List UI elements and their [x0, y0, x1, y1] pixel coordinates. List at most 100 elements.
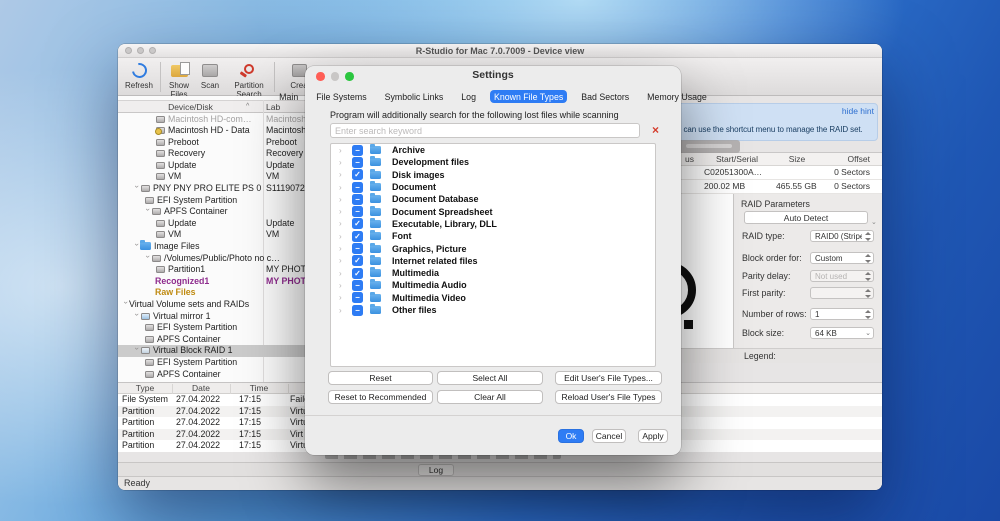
chevron-right-icon[interactable]: ›	[339, 232, 345, 241]
tab-main[interactable]: Main	[275, 90, 302, 103]
file-type-row[interactable]: › − Multimedia Video	[331, 291, 655, 304]
cancel-button[interactable]: Cancel	[592, 429, 626, 443]
file-type-label: Multimedia Audio	[392, 280, 467, 291]
checkbox-partial[interactable]: −	[352, 193, 363, 205]
parent-object-square[interactable]	[684, 320, 693, 329]
chevron-down-icon[interactable]: ⌄	[865, 328, 871, 339]
stepper-icon[interactable]	[864, 232, 872, 241]
file-type-row[interactable]: › ✓ Executable, Library, DLL	[331, 217, 655, 230]
checkbox-checked[interactable]: ✓	[352, 218, 363, 230]
main-titlebar[interactable]: R-Studio for Mac 7.0.7009 - Device view	[118, 44, 882, 58]
checkbox-checked[interactable]: ✓	[352, 230, 363, 242]
hide-hint-link[interactable]: hide hint	[842, 106, 874, 116]
stepper-icon[interactable]	[864, 289, 872, 298]
chevron-right-icon[interactable]: ›	[339, 183, 345, 192]
popup-control[interactable]: Custom	[810, 252, 874, 264]
file-type-row[interactable]: › ✓ Internet related files	[331, 254, 655, 267]
checkbox-partial[interactable]: −	[352, 156, 363, 168]
file-type-row[interactable]: › ✓ Font	[331, 230, 655, 242]
log-column-header[interactable]: Date	[172, 383, 230, 394]
chevron-right-icon[interactable]: ›	[339, 256, 345, 265]
toolbar-button-scan[interactable]: Scan	[198, 61, 222, 90]
stepper-icon[interactable]	[864, 272, 872, 281]
checkbox-checked[interactable]: ✓	[352, 169, 363, 181]
log-column-header[interactable]: Time	[230, 383, 288, 394]
file-type-row[interactable]: › − Archive	[331, 144, 655, 156]
chevron-right-icon[interactable]: ›	[339, 293, 345, 302]
checkbox-checked[interactable]: ✓	[352, 255, 363, 267]
file-type-row[interactable]: › ✓ Multimedia	[331, 267, 655, 279]
chevron-right-icon[interactable]: ›	[339, 269, 345, 278]
clear-all-button[interactable]: Clear All	[437, 390, 543, 404]
chevron-right-icon[interactable]: ›	[339, 219, 345, 228]
tab-bad-sectors[interactable]: Bad Sectors	[577, 90, 633, 103]
file-type-row[interactable]: › − Document Spreadsheet	[331, 205, 655, 218]
tab-log[interactable]: Log	[457, 90, 480, 103]
main-traffic-lights[interactable]	[125, 47, 156, 54]
chevron-right-icon[interactable]: ›	[339, 146, 345, 155]
select-all-button[interactable]: Select All	[437, 371, 543, 385]
ok-button[interactable]: Ok	[558, 429, 584, 443]
checkbox-partial[interactable]: −	[352, 279, 363, 291]
reset-to-recommended-button[interactable]: Reset to Recommended	[328, 390, 433, 404]
parents-column-header[interactable]: Offset	[822, 153, 878, 166]
parents-column-header[interactable]: Size	[772, 153, 822, 166]
checkbox-partial[interactable]: −	[352, 144, 363, 156]
chevron-right-icon[interactable]: ›	[339, 244, 345, 253]
field-value: 1	[815, 310, 820, 319]
popup-control[interactable]: RAID0 (Stripe	[810, 230, 874, 242]
device-disk-column-header[interactable]: Device/Disk	[118, 101, 263, 113]
zoom-icon[interactable]	[149, 47, 156, 54]
stepper-control[interactable]: 1	[810, 308, 874, 320]
chevron-down-icon[interactable]: ›	[120, 301, 132, 308]
file-type-row[interactable]: › − Document Database	[331, 193, 655, 205]
file-type-row[interactable]: › − Multimedia Audio	[331, 279, 655, 291]
stepper-icon[interactable]	[864, 310, 872, 319]
file-type-row[interactable]: › − Document	[331, 181, 655, 193]
toolbar-button-partition-search[interactable]: Partition Search	[222, 61, 276, 99]
file-type-row[interactable]: › − Other files	[331, 304, 655, 316]
chevron-right-icon[interactable]: ›	[339, 158, 345, 167]
stepper-icon[interactable]	[864, 254, 872, 263]
checkbox-partial[interactable]: −	[352, 292, 363, 304]
checkbox-checked[interactable]: ✓	[352, 267, 363, 279]
edit-user-s-file-types--button[interactable]: Edit User's File Types...	[555, 371, 662, 385]
file-type-row[interactable]: › − Development files	[331, 156, 655, 168]
reset-button[interactable]: Reset	[328, 371, 433, 385]
chevron-down-icon[interactable]: ⌄	[871, 218, 877, 226]
apply-button[interactable]: Apply	[638, 429, 668, 443]
checkbox-partial[interactable]: −	[352, 206, 363, 218]
description-text: Program will additionally search for the…	[330, 110, 619, 120]
partially-visible-button[interactable]	[678, 140, 740, 153]
clear-search-icon[interactable]: ×	[648, 123, 663, 138]
log-column-header[interactable]: Type	[118, 383, 172, 394]
tab-file-systems[interactable]: File Systems	[312, 90, 370, 103]
toolbar-button-refresh[interactable]: Refresh	[118, 60, 160, 90]
checkbox-partial[interactable]: −	[352, 243, 363, 255]
toolbar-button-show-files[interactable]: Show Files	[162, 61, 196, 99]
disk-icon	[156, 150, 165, 158]
chevron-right-icon[interactable]: ›	[339, 195, 345, 204]
file-type-row[interactable]: › ✓ Disk images	[331, 168, 655, 181]
tab-memory-usage[interactable]: Memory Usage	[643, 90, 711, 103]
dropdown-control[interactable]: 64 KB ⌄	[810, 327, 874, 339]
sort-ascending-icon[interactable]: ^	[246, 101, 249, 113]
parents-column-header[interactable]: Start/Serial	[702, 153, 772, 166]
minimize-icon[interactable]	[137, 47, 144, 54]
tab-log[interactable]: Log	[418, 464, 454, 476]
auto-detect-button[interactable]: Auto Detect	[744, 211, 868, 224]
checkbox-partial[interactable]: −	[352, 181, 363, 193]
file-type-row[interactable]: › − Graphics, Picture	[331, 242, 655, 255]
search-input[interactable]	[330, 123, 640, 138]
chevron-right-icon[interactable]: ›	[339, 207, 345, 216]
checkbox-partial[interactable]: −	[352, 304, 363, 316]
tab-symbolic-links[interactable]: Symbolic Links	[381, 90, 448, 103]
chevron-right-icon[interactable]: ›	[339, 306, 345, 315]
tab-known-file-types[interactable]: Known File Types	[489, 90, 568, 103]
reload-user-s-file-types-button[interactable]: Reload User's File Types	[555, 390, 662, 404]
chevron-right-icon[interactable]: ›	[339, 281, 345, 290]
log-cell: Partition	[122, 405, 155, 416]
chevron-right-icon[interactable]: ›	[339, 170, 345, 179]
close-icon[interactable]	[125, 47, 132, 54]
raid-parameters-pane: RAID Parameters Auto Detect ⌄ RAID type:…	[733, 194, 882, 348]
